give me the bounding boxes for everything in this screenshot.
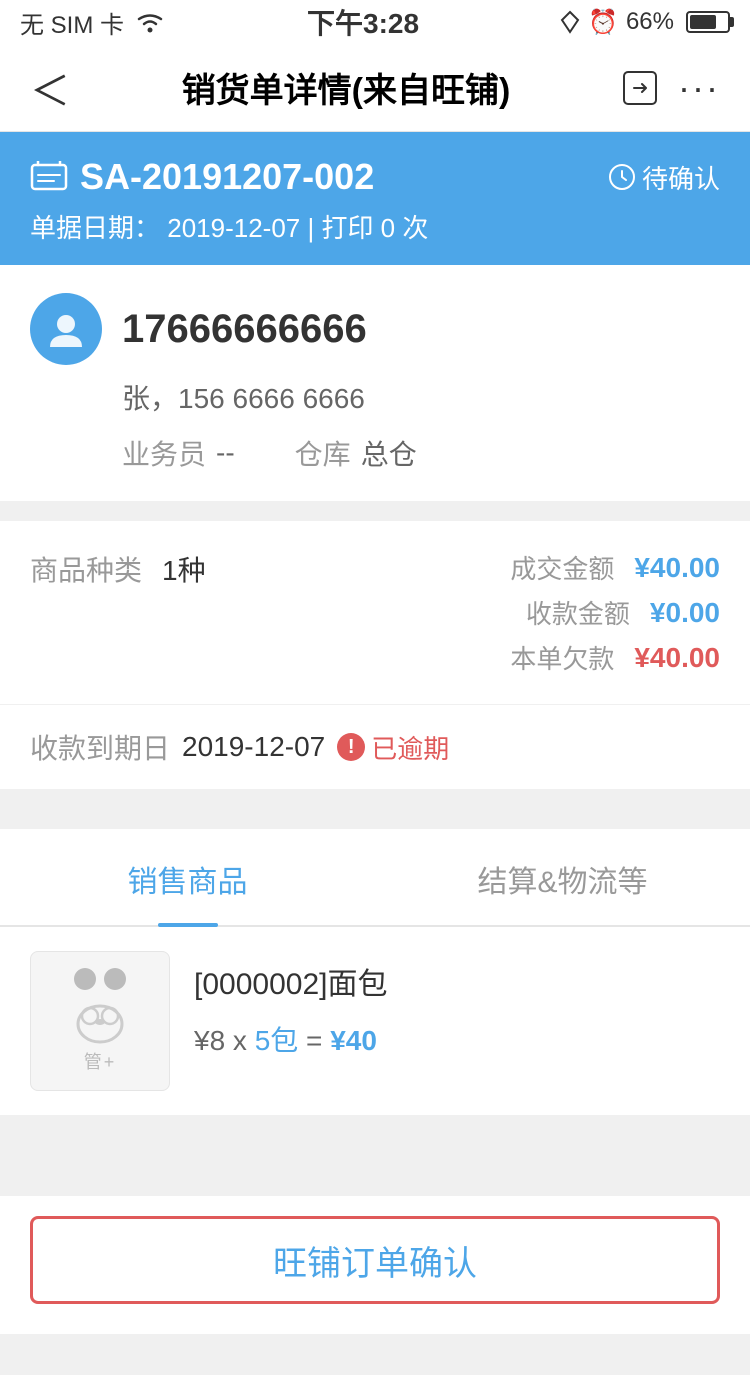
product-info: [0000002]面包 ¥8 x 5包 = ¥40 <box>194 951 720 1059</box>
product-name: [0000002]面包 <box>194 959 720 1003</box>
duedate-value: 2019-12-07 <box>182 731 325 763</box>
product-logo: 管+ <box>70 968 130 1074</box>
product-qty: 5包 <box>255 1025 299 1056</box>
warehouse-value: 总仓 <box>361 433 417 473</box>
status-time: 下午3:28 <box>307 2 419 42</box>
tabs-row: 销售商品 结算&物流等 <box>0 829 750 927</box>
avatar <box>30 293 102 365</box>
tab-sales-products[interactable]: 销售商品 <box>0 829 375 925</box>
product-item: 管+ [0000002]面包 ¥8 x 5包 = ¥40 <box>30 951 720 1091</box>
order-date: 单据日期： 2019-12-07 | 打印 0 次 <box>30 208 720 245</box>
confirm-order-button[interactable]: 旺铺订单确认 <box>30 1216 720 1304</box>
order-status: 待确认 <box>608 159 720 196</box>
duedate-section: 收款到期日 2019-12-07 ! 已逾期 <box>0 704 750 789</box>
order-id: SA-20191207-002 <box>30 156 374 198</box>
clock-icon <box>608 163 636 191</box>
duedate-label: 收款到期日 <box>30 727 170 767</box>
product-types-label: 商品种类 <box>30 549 142 589</box>
nav-left: ＜ <box>30 59 70 117</box>
customer-phone: 17666666666 <box>122 307 367 352</box>
confirm-button-wrap: 旺铺订单确认 <box>0 1196 750 1334</box>
location-icon <box>560 10 580 34</box>
customer-name: 张，156 6666 6666 <box>122 377 720 417</box>
divider-1 <box>0 501 750 521</box>
user-icon <box>46 309 86 349</box>
summary-right: 成交金额 ¥40.00 收款金额 ¥0.00 本单欠款 ¥40.00 <box>510 549 720 676</box>
tab-settlement[interactable]: 结算&物流等 <box>375 829 750 925</box>
status-left: 无 SIM 卡 <box>20 5 166 40</box>
warehouse-label: 仓库 <box>295 433 351 473</box>
battery-percent: 66% <box>626 8 674 36</box>
battery-icon <box>686 11 730 33</box>
debt-amount-label: 本单欠款 <box>510 639 614 676</box>
page-title: 销货单详情(来自旺铺) <box>182 63 511 112</box>
overdue-icon: ! <box>337 733 365 761</box>
more-button[interactable]: ··· <box>678 67 720 109</box>
product-section: 管+ [0000002]面包 ¥8 x 5包 = ¥40 <box>0 927 750 1115</box>
overdue-label: 已逾期 <box>371 729 449 766</box>
owl-body-icon <box>70 994 130 1044</box>
nav-bar: ＜ 销货单详情(来自旺铺) ··· <box>0 44 750 132</box>
amount-row-2: 收款金额 ¥0.00 <box>526 594 720 631</box>
overdue-badge: ! 已逾期 <box>337 729 449 766</box>
wifi-icon <box>134 11 166 33</box>
product-total: ¥40 <box>330 1025 377 1056</box>
deal-amount-label: 成交金额 <box>510 549 614 586</box>
summary-left: 商品种类 1种 <box>30 549 206 589</box>
salesman-field: 业务员 -- <box>122 433 235 473</box>
deal-amount-value: ¥40.00 <box>634 552 720 584</box>
alarm-icon: ⏰ <box>588 8 618 37</box>
carrier-text: 无 SIM 卡 <box>20 5 124 40</box>
order-icon <box>30 161 68 193</box>
tabs-section: 销售商品 结算&物流等 管+ <box>0 829 750 1115</box>
back-button[interactable]: ＜ <box>30 59 70 117</box>
status-right: ⏰ 66% <box>560 8 730 37</box>
customer-meta: 业务员 -- 仓库 总仓 <box>122 433 720 473</box>
amount-row-1: 成交金额 ¥40.00 <box>510 549 720 586</box>
brand-text: 管+ <box>84 1048 117 1074</box>
received-amount-value: ¥0.00 <box>650 597 720 629</box>
divider-2 <box>0 789 750 809</box>
share-icon[interactable] <box>622 70 658 106</box>
order-header: SA-20191207-002 待确认 单据日期： 2019-12-07 | 打… <box>0 132 750 265</box>
status-bar: 无 SIM 卡 下午3:28 ⏰ 66% <box>0 0 750 44</box>
price-text: ¥8 x <box>194 1025 255 1056</box>
product-price: ¥8 x 5包 = ¥40 <box>194 1019 720 1059</box>
customer-section: 17666666666 张，156 6666 6666 业务员 -- 仓库 总仓 <box>0 265 750 501</box>
product-image: 管+ <box>30 951 170 1091</box>
nav-right: ··· <box>622 67 720 109</box>
salesman-value: -- <box>216 437 235 469</box>
summary-section: 商品种类 1种 成交金额 ¥40.00 收款金额 ¥0.00 本单欠款 ¥40.… <box>0 521 750 704</box>
salesman-label: 业务员 <box>122 433 206 473</box>
amount-row-3: 本单欠款 ¥40.00 <box>510 639 720 676</box>
received-amount-label: 收款金额 <box>526 594 630 631</box>
warehouse-field: 仓库 总仓 <box>295 433 417 473</box>
debt-amount-value: ¥40.00 <box>634 642 720 674</box>
product-types-value: 1种 <box>162 549 206 589</box>
